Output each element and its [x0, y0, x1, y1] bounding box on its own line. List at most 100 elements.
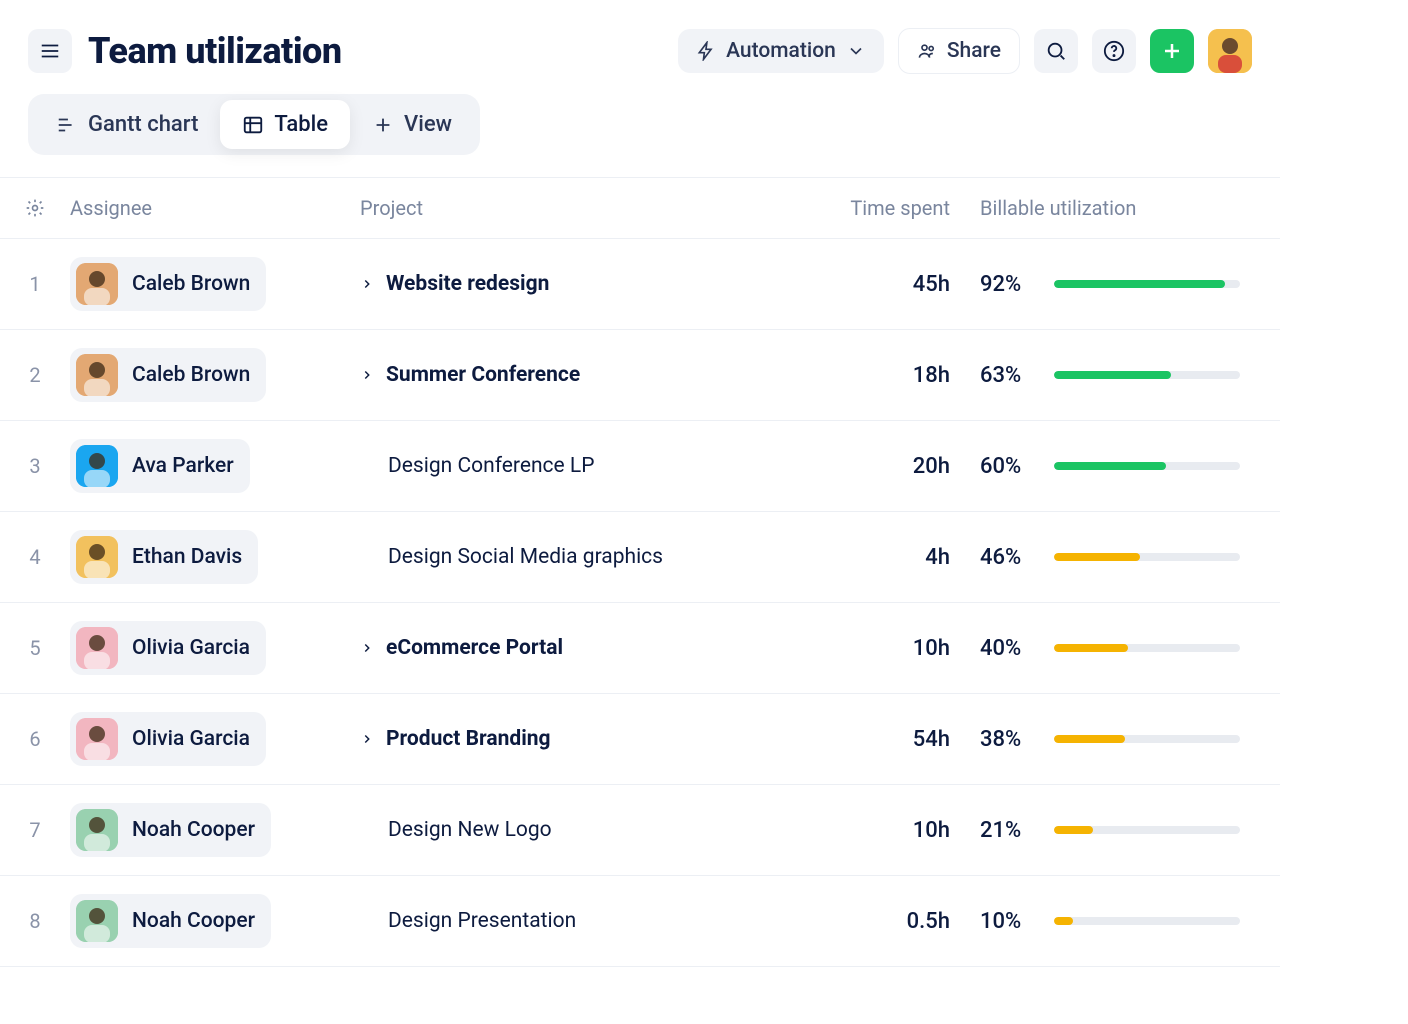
table-row[interactable]: 6 Olivia Garcia Product Branding 54h 38% [0, 694, 1280, 785]
table-row[interactable]: 7 Noah Cooper Design New Logo 10h 21% [0, 785, 1280, 876]
table-header: Assignee Project Time spent Billable uti… [0, 178, 1280, 239]
tab-add-view[interactable]: View [350, 100, 474, 149]
help-button[interactable] [1092, 29, 1136, 73]
project-name: eCommerce Portal [386, 636, 563, 660]
row-number: 8 [0, 909, 70, 933]
utilization-cell: 92% [980, 272, 1240, 297]
table-row[interactable]: 2 Caleb Brown Summer Conference 18h 63% [0, 330, 1280, 421]
utilization-cell: 21% [980, 818, 1240, 843]
utilization-bar [1054, 371, 1240, 379]
table-row[interactable]: 5 Olivia Garcia eCommerce Portal 10h 40% [0, 603, 1280, 694]
time-spent: 10h [790, 818, 980, 843]
assignee-chip[interactable]: Caleb Brown [70, 257, 266, 311]
avatar [76, 263, 118, 305]
utilization-percent: 46% [980, 545, 1036, 570]
chevron-right-icon [360, 368, 374, 382]
table-row[interactable]: 4 Ethan Davis Design Social Media graphi… [0, 512, 1280, 603]
project-cell[interactable]: Design Presentation [360, 909, 790, 933]
avatar [76, 354, 118, 396]
help-icon [1103, 40, 1125, 62]
utilization-bar [1054, 280, 1240, 288]
menu-button[interactable] [28, 29, 72, 73]
time-spent: 20h [790, 454, 980, 479]
col-time[interactable]: Time spent [790, 196, 980, 220]
time-spent: 18h [790, 363, 980, 388]
col-utilization[interactable]: Billable utilization [980, 196, 1240, 220]
row-number: 1 [0, 272, 70, 296]
table-row[interactable]: 1 Caleb Brown Website redesign 45h 92% [0, 239, 1280, 330]
tab-table-label: Table [274, 112, 328, 137]
assignee-chip[interactable]: Noah Cooper [70, 894, 271, 948]
assignee-chip[interactable]: Ava Parker [70, 439, 250, 493]
project-name: Website redesign [386, 272, 549, 296]
project-cell[interactable]: Design Conference LP [360, 454, 790, 478]
time-spent: 4h [790, 545, 980, 570]
avatar [76, 809, 118, 851]
share-button[interactable]: Share [898, 28, 1020, 74]
expand-toggle[interactable] [360, 277, 376, 291]
current-user-avatar[interactable] [1208, 29, 1252, 73]
col-project[interactable]: Project [360, 196, 790, 220]
row-number: 7 [0, 818, 70, 842]
assignee-name: Ava Parker [132, 454, 234, 478]
table-settings-button[interactable] [0, 198, 70, 218]
tab-gantt[interactable]: Gantt chart [34, 100, 220, 149]
utilization-bar [1054, 644, 1240, 652]
assignee-chip[interactable]: Ethan Davis [70, 530, 258, 584]
project-name: Product Branding [386, 727, 551, 751]
gantt-icon [56, 114, 78, 136]
utilization-table: Assignee Project Time spent Billable uti… [0, 177, 1280, 967]
col-assignee[interactable]: Assignee [70, 196, 360, 220]
row-number: 2 [0, 363, 70, 387]
chevron-right-icon [360, 277, 374, 291]
assignee-name: Noah Cooper [132, 818, 255, 842]
utilization-percent: 60% [980, 454, 1036, 479]
utilization-percent: 40% [980, 636, 1036, 661]
expand-toggle[interactable] [360, 641, 376, 655]
assignee-chip[interactable]: Olivia Garcia [70, 712, 266, 766]
assignee-chip[interactable]: Noah Cooper [70, 803, 271, 857]
search-button[interactable] [1034, 29, 1078, 73]
project-cell[interactable]: Design New Logo [360, 818, 790, 842]
menu-icon [39, 40, 61, 62]
add-button[interactable] [1150, 29, 1194, 73]
utilization-percent: 63% [980, 363, 1036, 388]
utilization-cell: 60% [980, 454, 1240, 479]
project-cell[interactable]: Design Social Media graphics [360, 545, 790, 569]
project-cell[interactable]: eCommerce Portal [360, 636, 790, 660]
chevron-right-icon [360, 732, 374, 746]
gear-icon [25, 198, 45, 218]
project-cell[interactable]: Website redesign [360, 272, 790, 296]
utilization-percent: 38% [980, 727, 1036, 752]
automation-button[interactable]: Automation [678, 29, 884, 73]
row-number: 5 [0, 636, 70, 660]
avatar-icon [1208, 29, 1252, 73]
project-name: Design Presentation [388, 909, 576, 933]
assignee-name: Caleb Brown [132, 272, 250, 296]
avatar [76, 627, 118, 669]
expand-toggle[interactable] [360, 732, 376, 746]
utilization-bar [1054, 826, 1240, 834]
table-row[interactable]: 3 Ava Parker Design Conference LP 20h 60… [0, 421, 1280, 512]
project-cell[interactable]: Product Branding [360, 727, 790, 751]
plus-icon [372, 114, 394, 136]
utilization-cell: 10% [980, 909, 1240, 934]
project-cell[interactable]: Summer Conference [360, 363, 790, 387]
page-title: Team utilization [88, 30, 342, 72]
time-spent: 0.5h [790, 909, 980, 934]
utilization-cell: 46% [980, 545, 1240, 570]
avatar [76, 718, 118, 760]
time-spent: 54h [790, 727, 980, 752]
assignee-chip[interactable]: Olivia Garcia [70, 621, 266, 675]
project-name: Design New Logo [388, 818, 552, 842]
time-spent: 45h [790, 272, 980, 297]
table-row[interactable]: 8 Noah Cooper Design Presentation 0.5h 1… [0, 876, 1280, 967]
assignee-chip[interactable]: Caleb Brown [70, 348, 266, 402]
utilization-cell: 63% [980, 363, 1240, 388]
plus-icon [1160, 39, 1184, 63]
utilization-bar [1054, 735, 1240, 743]
tab-gantt-label: Gantt chart [88, 112, 198, 137]
expand-toggle[interactable] [360, 368, 376, 382]
share-label: Share [947, 39, 1001, 63]
tab-table[interactable]: Table [220, 100, 350, 149]
